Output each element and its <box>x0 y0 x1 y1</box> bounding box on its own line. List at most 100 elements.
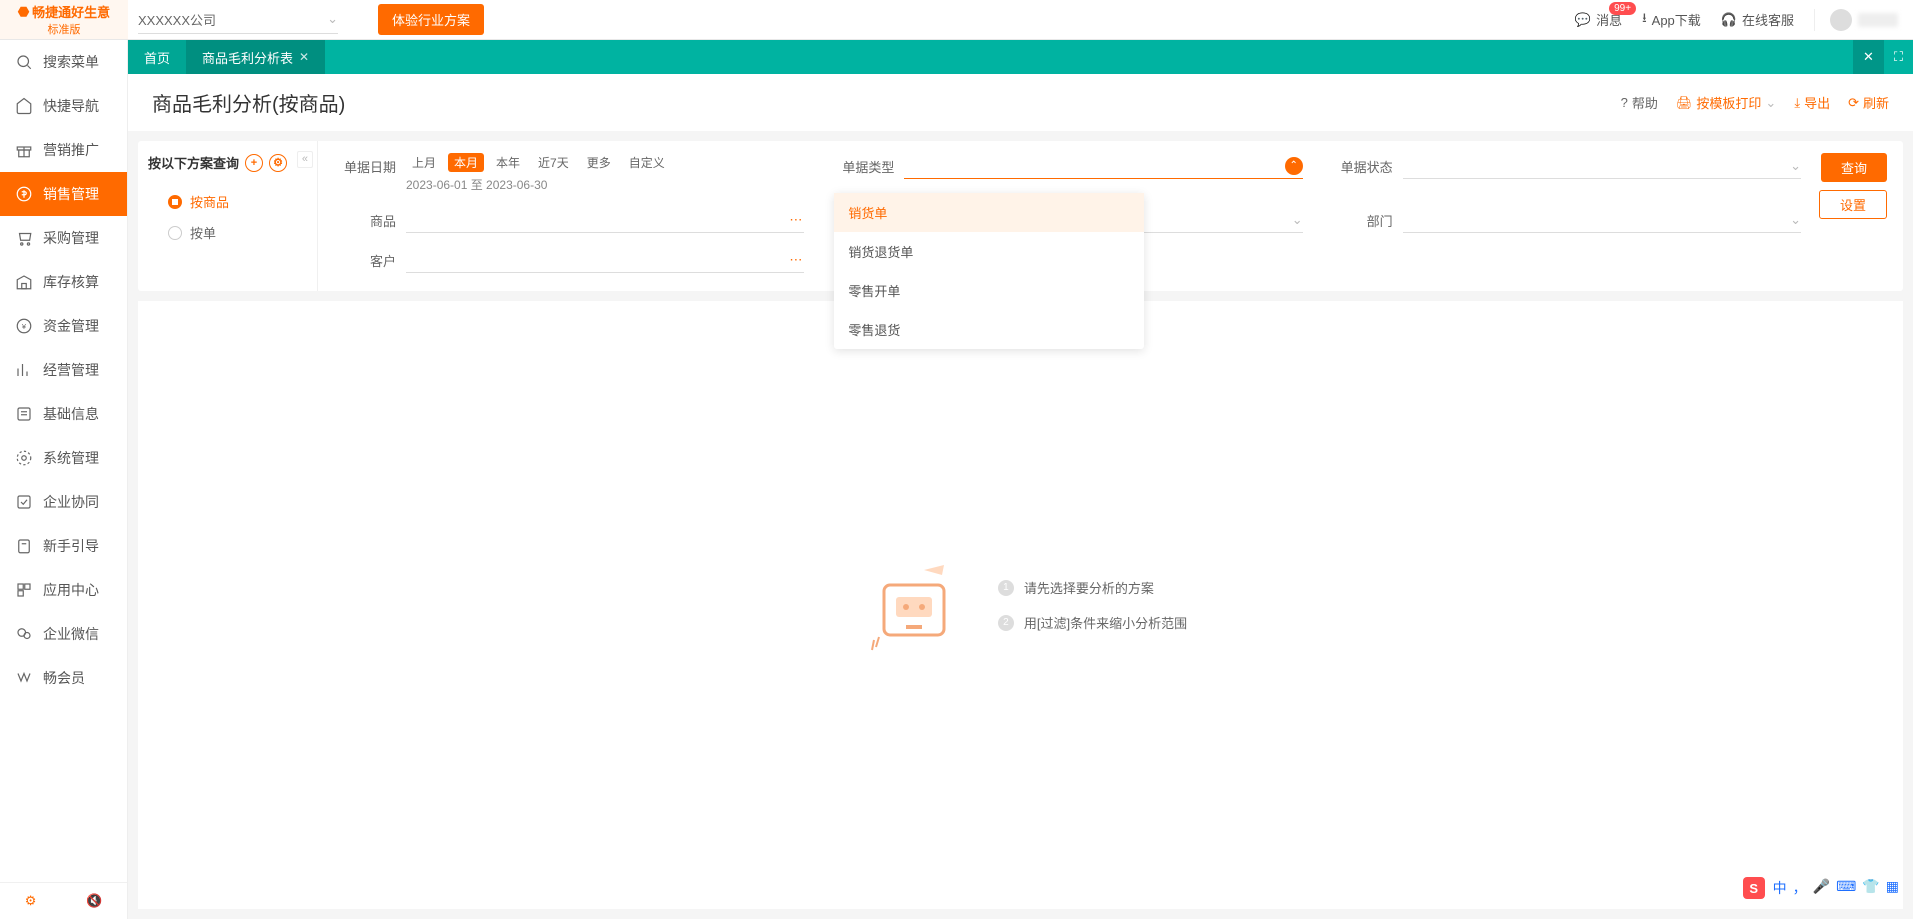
sidebar-item-app-center[interactable]: 应用中心 <box>0 568 127 612</box>
ime-mic-icon[interactable]: 🎤 <box>1813 878 1830 898</box>
close-all-icon[interactable]: ✕ <box>1853 40 1884 74</box>
company-name: XXXXXX公司 <box>138 10 216 29</box>
sidebar-item-system[interactable]: 系统管理 <box>0 436 127 480</box>
sidebar-item-marketing[interactable]: 营销推广 <box>0 128 127 172</box>
sidebar-item-operations[interactable]: 经营管理 <box>0 348 127 392</box>
app-download-button[interactable]: ⭳ App下载 <box>1642 9 1701 31</box>
sidebar-item-search-menu[interactable]: 搜索菜单 <box>0 40 127 84</box>
page-header: 商品毛利分析(按商品) ?帮助 🖨按模板打印⌄ ⤓导出 ⟳刷新 <box>128 74 1913 131</box>
footer-gear-icon[interactable]: ⚙ <box>25 893 37 909</box>
doc-type-dropdown: 销货单 销货退货单 零售开单 零售退货 <box>834 193 1144 349</box>
ime-skin-icon[interactable]: 👕 <box>1862 878 1879 898</box>
sidebar-item-wechat[interactable]: 企业微信 <box>0 612 127 656</box>
refresh-icon: ⟳ <box>1848 95 1859 111</box>
ime-keyboard-icon[interactable]: ⌨ <box>1836 878 1856 898</box>
date-chip-last-month[interactable]: 上月 <box>406 153 442 172</box>
customer-input[interactable]: ⋯ <box>406 247 804 273</box>
date-chip-last-7d[interactable]: 近7天 <box>532 153 575 172</box>
schemes-title: 按以下方案查询 <box>148 153 239 172</box>
tabbar: 首页 商品毛利分析表 ✕ ✕ ⛶ <box>128 40 1913 74</box>
filter-label-date: 单据日期 <box>336 153 396 176</box>
sidebar-item-inventory[interactable]: 库存核算 <box>0 260 127 304</box>
tab-product-profit[interactable]: 商品毛利分析表 ✕ <box>186 40 325 74</box>
dropdown-option[interactable]: 零售开单 <box>834 271 1144 310</box>
help-icon: ? <box>1621 95 1628 110</box>
sidebar-item-sales[interactable]: 销售管理 <box>0 172 127 216</box>
guide-icon <box>15 537 33 555</box>
date-chip-more[interactable]: 更多 <box>581 153 617 172</box>
empty-state: 1请先选择要分析的方案 2用[过滤]条件来缩小分析范围 <box>138 301 1903 909</box>
scheme-by-order[interactable]: 按单 <box>148 217 307 248</box>
settings-button[interactable]: 设置 <box>1819 190 1887 219</box>
empty-step-1: 1请先选择要分析的方案 <box>998 578 1187 597</box>
download-icon: ⭳ <box>1642 9 1647 31</box>
filter-label-dept: 部门 <box>1333 207 1393 230</box>
product-input[interactable]: ⋯ <box>406 207 804 233</box>
dept-select[interactable]: ⌄ <box>1403 207 1801 233</box>
ime-widget[interactable]: S 中 ， 🎤 ⌨ 👕 ▦ <box>1743 877 1899 899</box>
chevron-down-icon: ⌄ <box>327 11 338 27</box>
trial-button[interactable]: 体验行业方案 <box>378 4 484 35</box>
cart-icon <box>15 229 33 247</box>
empty-step-2: 2用[过滤]条件来缩小分析范围 <box>998 613 1187 632</box>
scheme-settings-button[interactable]: ⚙ <box>269 154 287 172</box>
add-scheme-button[interactable]: + <box>245 154 263 172</box>
sidebar-item-vip[interactable]: 畅会员 <box>0 656 127 700</box>
ime-punct-icon[interactable]: ， <box>1793 878 1807 898</box>
collab-icon <box>15 493 33 511</box>
date-chip-custom[interactable]: 自定义 <box>623 153 671 172</box>
sogou-icon: S <box>1743 877 1765 899</box>
logo: ⬣畅捷通好生意 标准版 <box>0 0 128 39</box>
ime-tools-icon[interactable]: ▦ <box>1886 878 1899 898</box>
close-icon[interactable]: ✕ <box>299 50 309 64</box>
filters-panel: 按以下方案查询 + ⚙ « 按商品 按单 <box>138 141 1903 291</box>
query-button[interactable]: 查询 <box>1821 153 1887 182</box>
refresh-button[interactable]: ⟳刷新 <box>1848 93 1889 112</box>
vip-icon <box>15 669 33 687</box>
gift-icon <box>15 141 33 159</box>
help-button[interactable]: ?帮助 <box>1621 93 1658 112</box>
date-chip-this-month[interactable]: 本月 <box>448 153 484 172</box>
headset-icon: 🎧 <box>1721 12 1737 28</box>
empty-illustration <box>854 555 974 655</box>
chart-icon <box>15 361 33 379</box>
fullscreen-icon[interactable]: ⛶ <box>1884 40 1913 74</box>
sidebar: 搜索菜单 快捷导航 营销推广 销售管理 采购管理 <box>0 40 128 919</box>
more-icon: ⋯ <box>789 252 804 268</box>
schemes-panel: 按以下方案查询 + ⚙ « 按商品 按单 <box>138 141 318 291</box>
online-service-button[interactable]: 🎧 在线客服 <box>1721 10 1794 29</box>
print-button[interactable]: 🖨按模板打印⌄ <box>1676 93 1776 112</box>
messages-button[interactable]: 💬 消息 99+ <box>1575 10 1622 29</box>
sidebar-item-basic-info[interactable]: 基础信息 <box>0 392 127 436</box>
chevron-up-icon: ⌃ <box>1285 157 1303 175</box>
company-select[interactable]: XXXXXX公司 ⌄ <box>138 6 338 34</box>
dropdown-option[interactable]: 零售退货 <box>834 310 1144 349</box>
target-icon <box>168 195 182 209</box>
chevron-down-icon: ⌄ <box>1790 158 1801 174</box>
ime-lang-icon[interactable]: 中 <box>1773 878 1787 898</box>
sidebar-item-funds[interactable]: ¥ 资金管理 <box>0 304 127 348</box>
dropdown-option[interactable]: 销货单 <box>834 193 1144 232</box>
collapse-schemes-button[interactable]: « <box>297 151 313 168</box>
warehouse-icon <box>15 273 33 291</box>
money-icon: ¥ <box>15 317 33 335</box>
print-icon: 🖨 <box>1676 95 1693 111</box>
dropdown-option[interactable]: 销货退货单 <box>834 232 1144 271</box>
doc-status-select[interactable]: ⌄ <box>1403 153 1801 179</box>
apps-icon <box>15 581 33 599</box>
filter-label-doc-status: 单据状态 <box>1333 153 1393 176</box>
sidebar-item-guide[interactable]: 新手引导 <box>0 524 127 568</box>
chevron-down-icon: ⌄ <box>1765 95 1776 111</box>
export-button[interactable]: ⤓导出 <box>1794 93 1830 112</box>
gear-icon[interactable] <box>350 10 366 29</box>
sidebar-item-collaboration[interactable]: 企业协同 <box>0 480 127 524</box>
user-menu[interactable] <box>1814 9 1898 31</box>
tab-home[interactable]: 首页 <box>128 40 186 74</box>
export-icon: ⤓ <box>1794 95 1800 111</box>
footer-sound-icon[interactable]: 🔇 <box>86 893 102 909</box>
date-chip-this-year[interactable]: 本年 <box>490 153 526 172</box>
doc-type-select[interactable]: ⌃ <box>904 153 1302 179</box>
sidebar-item-purchase[interactable]: 采购管理 <box>0 216 127 260</box>
sidebar-item-quick-nav[interactable]: 快捷导航 <box>0 84 127 128</box>
scheme-by-product[interactable]: 按商品 <box>148 186 307 217</box>
